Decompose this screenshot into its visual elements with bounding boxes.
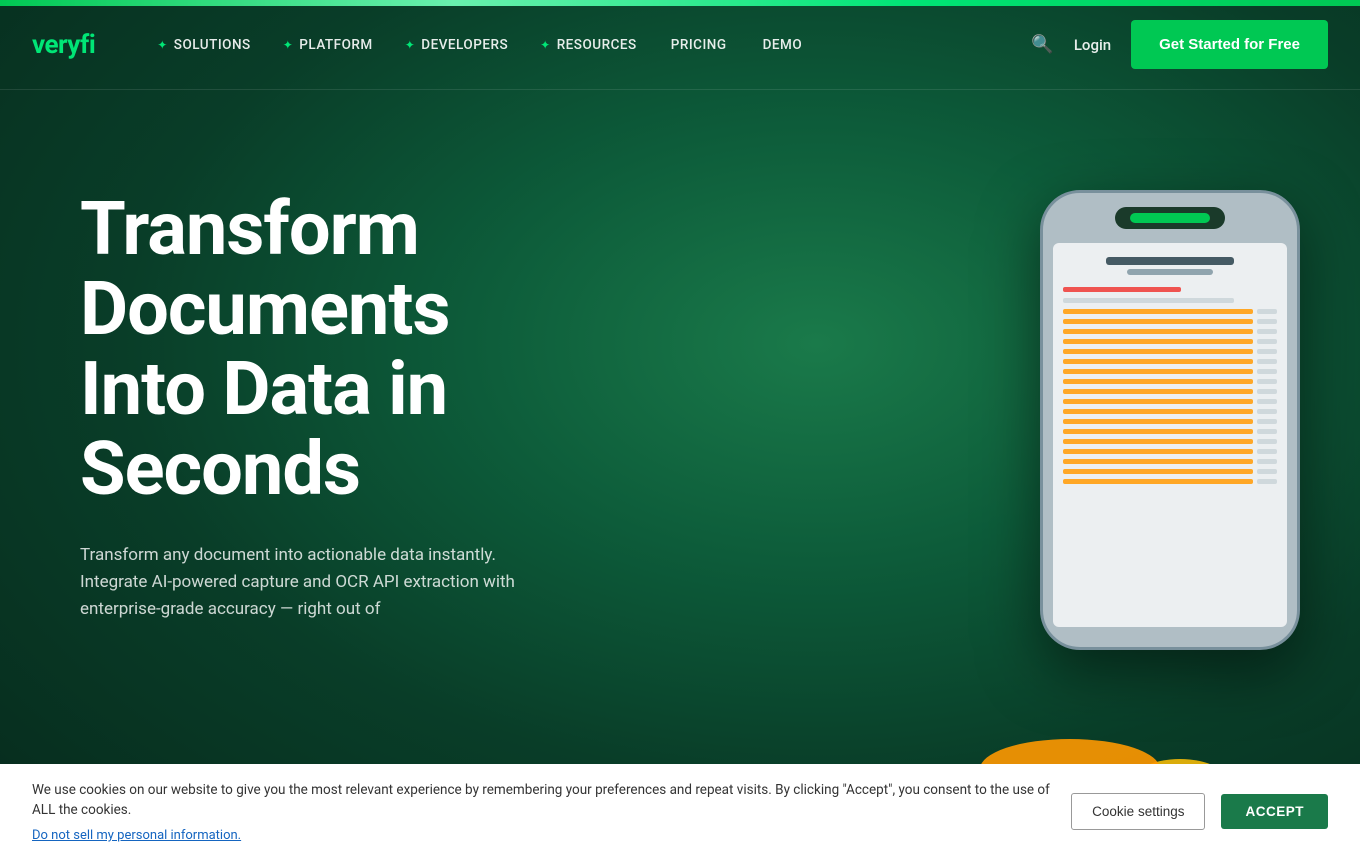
receipt-row-11 [1063, 409, 1277, 414]
login-button[interactable]: Login [1074, 36, 1111, 54]
receipt-row-4 [1063, 339, 1277, 344]
receipt-row-3 [1063, 329, 1277, 334]
phone-illustration [1040, 190, 1300, 650]
nav-item-platform[interactable]: ✦ PLATFORM [269, 29, 387, 61]
search-icon[interactable]: 🔍 [1031, 34, 1053, 55]
hero-text-block: Transform Documents Into Data in Seconds… [80, 170, 520, 623]
cookie-accept-button[interactable]: ACCEPT [1221, 794, 1328, 829]
hero-subtitle: Transform any document into actionable d… [80, 542, 520, 624]
cookie-text-block: We use cookies on our website to give yo… [32, 780, 1059, 844]
nav-right: 🔍 Login Get Started for Free [1031, 20, 1328, 69]
receipt-row-15 [1063, 449, 1277, 454]
receipt-row-18 [1063, 479, 1277, 484]
resources-icon: ✦ [540, 38, 551, 52]
nav-links: ✦ SOLUTIONS ✦ PLATFORM ✦ DEVELOPERS ✦ RE… [143, 29, 1031, 61]
receipt-row-13 [1063, 429, 1277, 434]
hero-section: Transform Documents Into Data in Seconds… [0, 90, 1360, 799]
hero-title: Transform Documents Into Data in Seconds [80, 190, 520, 510]
developers-icon: ✦ [405, 38, 416, 52]
receipt-row-7 [1063, 369, 1277, 374]
receipt-line-gray-1 [1063, 298, 1234, 303]
nav-item-solutions[interactable]: ✦ SOLUTIONS [143, 29, 264, 61]
receipt-line-red [1063, 287, 1181, 292]
receipt-row-8 [1063, 379, 1277, 384]
brand-logo[interactable]: veryfi [32, 30, 95, 60]
receipt-row-17 [1063, 469, 1277, 474]
platform-icon: ✦ [283, 38, 294, 52]
receipt-row-1 [1063, 309, 1277, 314]
cookie-actions: Cookie settings ACCEPT [1071, 793, 1328, 830]
cookie-settings-button[interactable]: Cookie settings [1071, 793, 1205, 830]
navbar: veryfi ✦ SOLUTIONS ✦ PLATFORM ✦ DEVELOPE… [0, 0, 1360, 90]
receipt-row-9 [1063, 389, 1277, 394]
phone-screen [1053, 243, 1287, 627]
receipt-row-16 [1063, 459, 1277, 464]
cookie-main-text: We use cookies on our website to give yo… [32, 780, 1059, 821]
receipt-row-5 [1063, 349, 1277, 354]
phone-pill [1130, 213, 1210, 223]
receipt-line-1 [1106, 257, 1234, 265]
cookie-opt-out-link[interactable]: Do not sell my personal information. [32, 828, 241, 843]
nav-item-developers[interactable]: ✦ DEVELOPERS [391, 29, 522, 61]
receipt-row-10 [1063, 399, 1277, 404]
nav-item-pricing[interactable]: PRICING [655, 29, 743, 61]
receipt-line-2 [1127, 269, 1213, 275]
phone-device [1040, 190, 1300, 650]
cookie-banner: We use cookies on our website to give yo… [0, 764, 1360, 859]
receipt-row-6 [1063, 359, 1277, 364]
nav-item-demo[interactable]: DEMO [747, 29, 819, 61]
nav-item-resources[interactable]: ✦ RESOURCES [526, 29, 651, 61]
solutions-icon: ✦ [157, 38, 168, 52]
receipt-row-2 [1063, 319, 1277, 324]
receipt-row-14 [1063, 439, 1277, 444]
get-started-button[interactable]: Get Started for Free [1131, 20, 1328, 69]
receipt-row-12 [1063, 419, 1277, 424]
